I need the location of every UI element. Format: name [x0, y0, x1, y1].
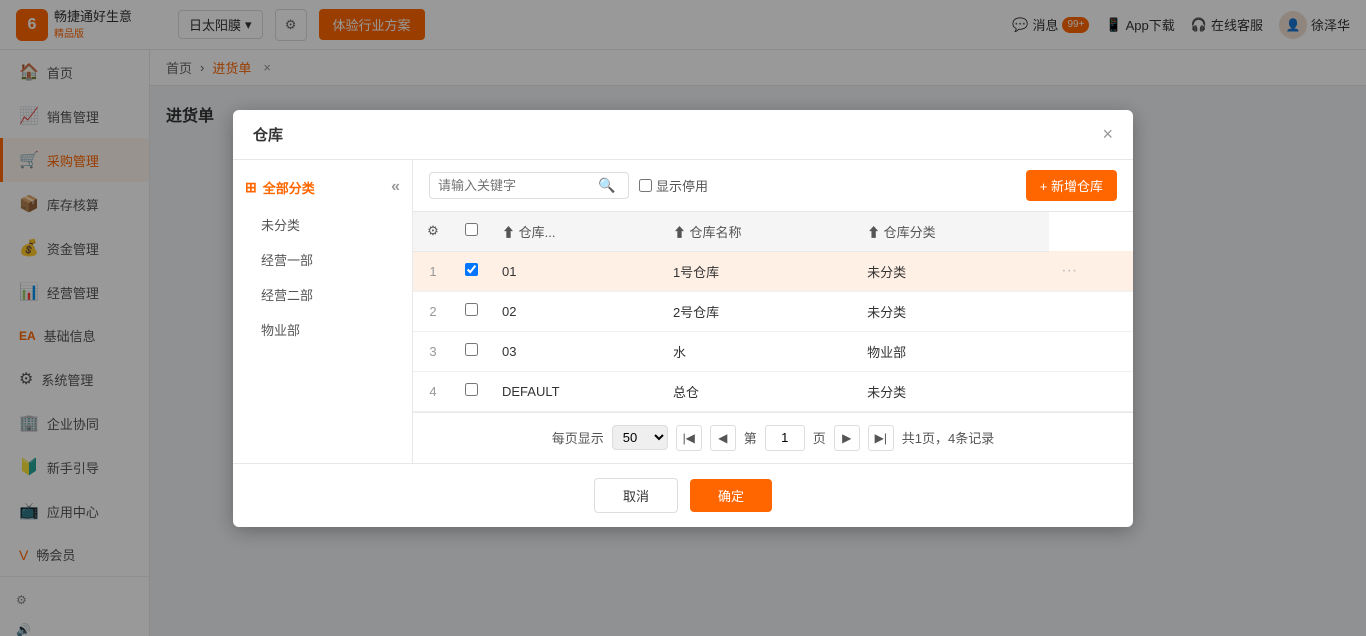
warehouse-name: 2号仓库	[661, 291, 855, 331]
category-item-property[interactable]: 物业部	[233, 312, 412, 347]
all-categories-label: 全部分类	[263, 178, 315, 197]
data-table: ⚙ ⬆ 仓库... ⬆ 仓库名称	[413, 212, 1133, 412]
next-page-button[interactable]: ▶	[834, 425, 860, 451]
warehouse-code: 03	[490, 331, 661, 371]
warehouse-modal: 仓库 × ⊞ 全部分类 « 未分类 经营一部 经营二部 物业部	[233, 110, 1133, 527]
show-disabled-checkbox[interactable]	[639, 179, 652, 192]
category-panel: ⊞ 全部分类 « 未分类 经营一部 经营二部 物业部	[233, 160, 413, 463]
warehouse-name: 1号仓库	[661, 251, 855, 291]
total-info: 共1页，4条记录	[902, 428, 994, 447]
code-column-header[interactable]: ⬆ 仓库...	[490, 212, 661, 252]
pagination: 每页显示 50 10 20 100 |◀ ◀ 第 页 ▶ ▶| 共1页，4条记录	[413, 412, 1133, 463]
modal-overlay[interactable]: 仓库 × ⊞ 全部分类 « 未分类 经营一部 经营二部 物业部	[0, 0, 1366, 636]
page-size-label: 每页显示	[552, 428, 604, 447]
search-box: 🔍	[429, 172, 629, 199]
category-header: ⊞ 全部分类 «	[233, 172, 412, 207]
warehouse-category: 未分类	[855, 371, 1049, 411]
show-disabled-text: 显示停用	[656, 176, 708, 195]
table-toolbar: 🔍 显示停用 + 新增仓库	[413, 160, 1133, 212]
page-size-select[interactable]: 50 10 20 100	[612, 425, 668, 450]
warehouse-code: DEFAULT	[490, 371, 661, 411]
last-page-button[interactable]: ▶|	[868, 425, 894, 451]
modal-header: 仓库 ×	[233, 110, 1133, 160]
row-checkbox-cell[interactable]	[453, 331, 490, 371]
select-all-checkbox[interactable]	[465, 223, 478, 236]
modal-footer: 取消 确定	[233, 463, 1133, 527]
cancel-button[interactable]: 取消	[594, 478, 678, 513]
table-body: 1 01 1号仓库 未分类 ··· 2 02 2号仓库 未分类 3 03 水 物…	[413, 251, 1133, 411]
checkbox-column-header	[453, 212, 490, 252]
prev-page-button[interactable]: ◀	[710, 425, 736, 451]
first-page-button[interactable]: |◀	[676, 425, 702, 451]
search-input[interactable]	[438, 178, 598, 193]
table-panel: 🔍 显示停用 + 新增仓库 ⚙	[413, 160, 1133, 463]
category-item-unclassified[interactable]: 未分类	[233, 207, 412, 242]
row-checkbox-cell[interactable]	[453, 291, 490, 331]
add-warehouse-button[interactable]: + 新增仓库	[1026, 170, 1117, 201]
page-number-input[interactable]	[765, 425, 805, 451]
confirm-button[interactable]: 确定	[690, 479, 772, 512]
warehouse-name: 总仓	[661, 371, 855, 411]
warehouse-category: 物业部	[855, 331, 1049, 371]
grid-icon: ⊞	[245, 179, 257, 196]
table-row[interactable]: 4 DEFAULT 总仓 未分类	[413, 371, 1133, 411]
table-row[interactable]: 3 03 水 物业部	[413, 331, 1133, 371]
page-unit: 页	[813, 428, 826, 447]
category-column-header[interactable]: ⬆ 仓库分类	[855, 212, 1049, 252]
collapse-button[interactable]: «	[391, 178, 400, 196]
category-item-dept2[interactable]: 经营二部	[233, 277, 412, 312]
show-disabled-label[interactable]: 显示停用	[639, 176, 708, 195]
warehouse-code: 01	[490, 251, 661, 291]
warehouse-table: ⚙ ⬆ 仓库... ⬆ 仓库名称	[413, 212, 1133, 412]
modal-body: ⊞ 全部分类 « 未分类 经营一部 经营二部 物业部 🔍	[233, 160, 1133, 463]
table-row[interactable]: 2 02 2号仓库 未分类	[413, 291, 1133, 331]
row-number: 1	[413, 251, 453, 291]
row-checkbox[interactable]	[465, 343, 478, 356]
table-header: ⚙ ⬆ 仓库... ⬆ 仓库名称	[413, 212, 1133, 252]
page-label: 第	[744, 428, 757, 447]
row-number: 3	[413, 331, 453, 371]
search-icon: 🔍	[598, 177, 615, 194]
warehouse-name: 水	[661, 331, 855, 371]
row-number: 2	[413, 291, 453, 331]
modal-close-button[interactable]: ×	[1102, 124, 1113, 145]
row-actions[interactable]: ···	[1049, 251, 1133, 291]
warehouse-category: 未分类	[855, 251, 1049, 291]
settings-column-header: ⚙	[413, 212, 453, 252]
row-checkbox-cell[interactable]	[453, 371, 490, 411]
table-row[interactable]: 1 01 1号仓库 未分类 ···	[413, 251, 1133, 291]
row-checkbox[interactable]	[465, 263, 478, 276]
row-number: 4	[413, 371, 453, 411]
warehouse-category: 未分类	[855, 291, 1049, 331]
name-column-header[interactable]: ⬆ 仓库名称	[661, 212, 855, 252]
row-checkbox-cell[interactable]	[453, 251, 490, 291]
warehouse-code: 02	[490, 291, 661, 331]
category-item-dept1[interactable]: 经营一部	[233, 242, 412, 277]
row-checkbox[interactable]	[465, 303, 478, 316]
modal-title: 仓库	[253, 124, 283, 145]
row-checkbox[interactable]	[465, 383, 478, 396]
